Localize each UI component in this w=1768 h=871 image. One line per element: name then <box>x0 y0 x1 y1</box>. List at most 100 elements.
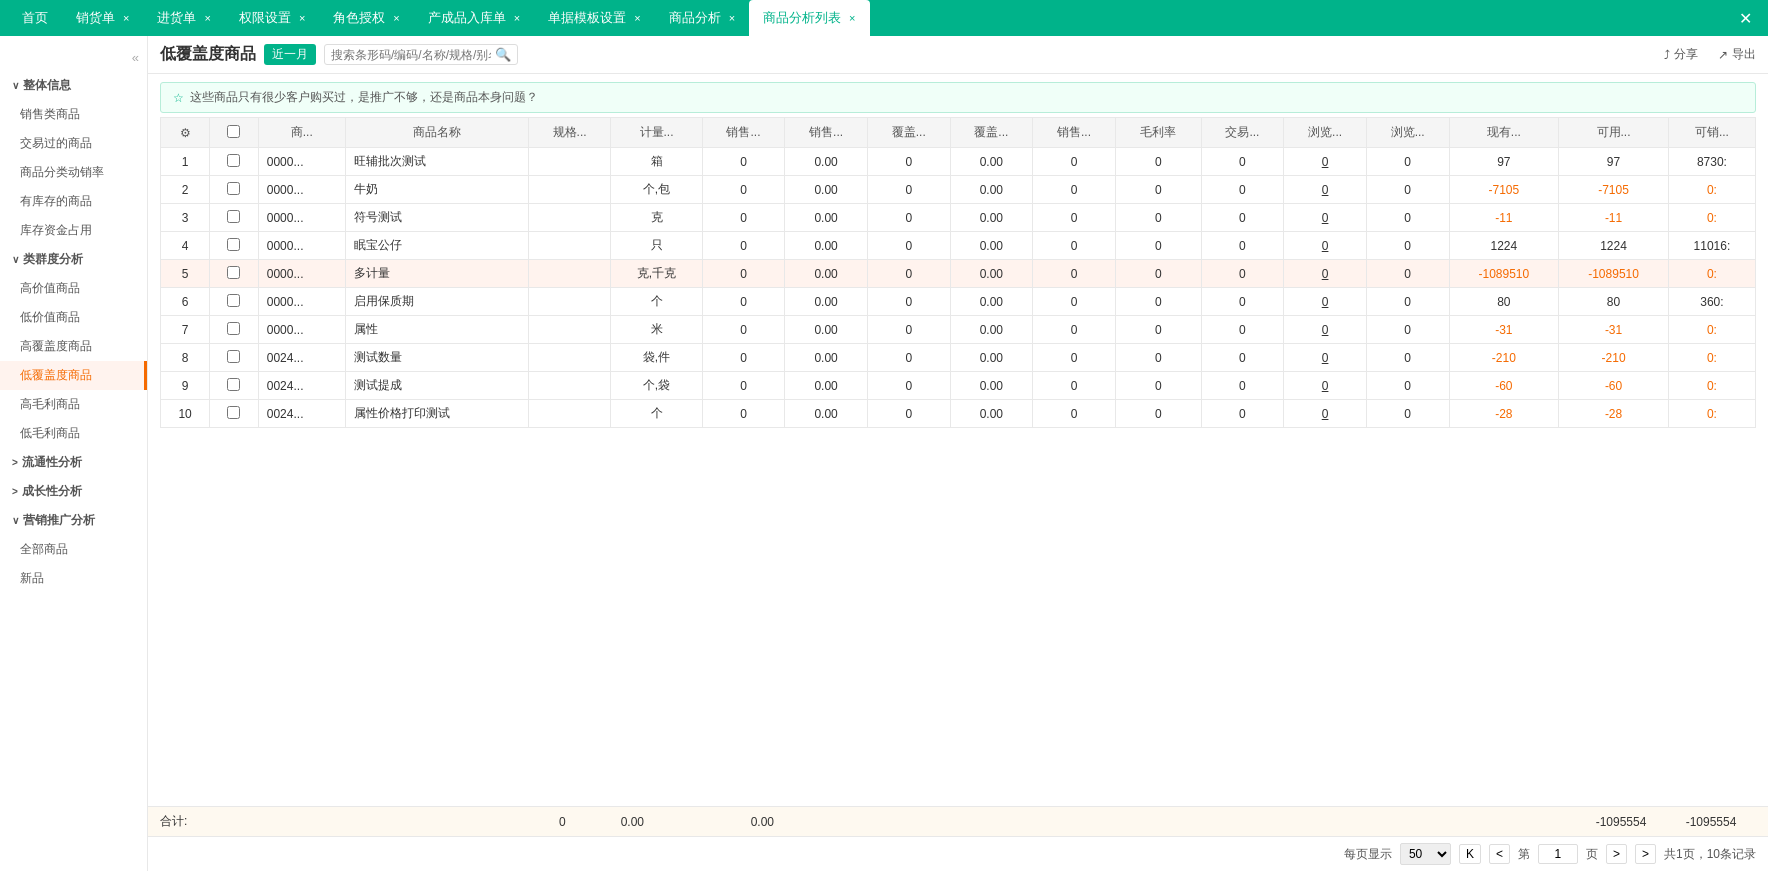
row-checkbox[interactable] <box>210 400 259 428</box>
nav-sales-order[interactable]: 销货单 × <box>62 0 143 36</box>
sidebar-section-growth[interactable]: > 成长性分析 <box>0 477 147 506</box>
row-select-checkbox[interactable] <box>227 378 240 391</box>
row-current: 97 <box>1449 148 1559 176</box>
sidebar-item-high-margin[interactable]: 高毛利商品 <box>0 390 147 419</box>
content-area: 低覆盖度商品 近一月 🔍 ⤴ 分享 ↗ 导出 ☆ 这些商品只有很少客户购买过，是… <box>148 36 1768 871</box>
sidebar-section-marketing[interactable]: ∨ 营销推广分析 <box>0 506 147 535</box>
nav-product-analysis[interactable]: 商品分析 × <box>655 0 749 36</box>
nav-role-auth[interactable]: 角色授权 × <box>319 0 413 36</box>
export-button[interactable]: ↗ 导出 <box>1718 46 1756 63</box>
nav-close-product-analysis[interactable]: × <box>729 0 735 36</box>
row-browse1[interactable]: 0 <box>1284 232 1367 260</box>
sidebar-item-high-value[interactable]: 高价值商品 <box>0 274 147 303</box>
nav-close-finished-goods[interactable]: × <box>514 0 520 36</box>
first-page-button[interactable]: K <box>1459 844 1481 864</box>
row-browse1[interactable]: 0 <box>1284 288 1367 316</box>
sidebar-item-low-coverage[interactable]: 低覆盖度商品 <box>0 361 147 390</box>
nav-close-product-analysis-list[interactable]: × <box>849 0 855 36</box>
page-size-select[interactable]: 50 100 200 <box>1400 843 1451 865</box>
sidebar-item-high-coverage[interactable]: 高覆盖度商品 <box>0 332 147 361</box>
nav-permissions[interactable]: 权限设置 × <box>225 0 319 36</box>
nav-home[interactable]: 首页 <box>8 0 62 36</box>
row-select-checkbox[interactable] <box>227 238 240 251</box>
prev-page-button[interactable]: < <box>1489 844 1510 864</box>
row-checkbox[interactable] <box>210 288 259 316</box>
row-browse1[interactable]: 0 <box>1284 176 1367 204</box>
sidebar-item-category-rate[interactable]: 商品分类动销率 <box>0 158 147 187</box>
row-sales-qty: 0 <box>702 372 785 400</box>
sidebar-section-overall-info[interactable]: ∨ 整体信息 <box>0 71 147 100</box>
col-checkbox[interactable] <box>210 118 259 148</box>
nav-purchase-order[interactable]: 进货单 × <box>143 0 224 36</box>
row-cover1: 0 <box>867 288 950 316</box>
search-icon[interactable]: 🔍 <box>495 47 511 62</box>
last-page-button[interactable]: > <box>1635 844 1656 864</box>
period-button[interactable]: 近一月 <box>264 44 316 65</box>
row-browse1[interactable]: 0 <box>1284 344 1367 372</box>
sidebar-section-cluster[interactable]: ∨ 类群度分析 <box>0 245 147 274</box>
row-checkbox[interactable] <box>210 176 259 204</box>
row-browse1[interactable]: 0 <box>1284 316 1367 344</box>
window-close-button[interactable]: ✕ <box>1731 9 1760 28</box>
nav-close-sales-order[interactable]: × <box>123 0 129 36</box>
row-checkbox[interactable] <box>210 372 259 400</box>
row-checkbox[interactable] <box>210 260 259 288</box>
row-select-checkbox[interactable] <box>227 350 240 363</box>
row-browse1[interactable]: 0 <box>1284 372 1367 400</box>
sidebar-item-stock-capital[interactable]: 库存资金占用 <box>0 216 147 245</box>
nav-close-permissions[interactable]: × <box>299 0 305 36</box>
row-select-checkbox[interactable] <box>227 322 240 335</box>
col-name: 商品名称 <box>345 118 528 148</box>
row-trade: 0 <box>1201 400 1284 428</box>
page-input[interactable] <box>1538 844 1578 864</box>
sidebar-item-sales-goods[interactable]: 销售类商品 <box>0 100 147 129</box>
nav-template-settings[interactable]: 单据模板设置 × <box>534 0 654 36</box>
row-checkbox[interactable] <box>210 204 259 232</box>
sidebar-item-low-value[interactable]: 低价值商品 <box>0 303 147 332</box>
sidebar-collapse-button[interactable]: « <box>132 50 139 65</box>
sidebar-item-all-goods[interactable]: 全部商品 <box>0 535 147 564</box>
sidebar-section-flow[interactable]: > 流通性分析 <box>0 448 147 477</box>
row-code: 0024... <box>258 344 345 372</box>
select-all-checkbox[interactable] <box>227 125 240 138</box>
sidebar-item-new-goods[interactable]: 新品 <box>0 564 147 593</box>
row-cover1: 0 <box>867 148 950 176</box>
row-checkbox[interactable] <box>210 344 259 372</box>
row-select-checkbox[interactable] <box>227 182 240 195</box>
sidebar-item-low-margin[interactable]: 低毛利商品 <box>0 419 147 448</box>
nav-close-purchase-order[interactable]: × <box>204 0 210 36</box>
row-select-checkbox[interactable] <box>227 406 240 419</box>
row-spec <box>528 232 611 260</box>
sidebar-arrow-overall: ∨ <box>12 80 19 91</box>
row-checkbox[interactable] <box>210 232 259 260</box>
row-sales3: 0 <box>1033 288 1116 316</box>
row-gross-margin: 0 <box>1115 204 1201 232</box>
row-checkbox[interactable] <box>210 316 259 344</box>
search-input[interactable] <box>331 48 491 62</box>
sidebar-item-traded-goods[interactable]: 交易过的商品 <box>0 129 147 158</box>
page-size-label: 每页显示 <box>1344 846 1392 863</box>
row-select-checkbox[interactable] <box>227 266 240 279</box>
nav-finished-goods[interactable]: 产成品入库单 × <box>414 0 534 36</box>
col-settings[interactable]: ⚙ <box>161 118 210 148</box>
col-sellable: 可销... <box>1668 118 1755 148</box>
row-no: 6 <box>161 288 210 316</box>
row-select-checkbox[interactable] <box>227 154 240 167</box>
table-row: 6 0000... 启用保质期 个 0 0.00 0 0.00 0 0 0 0 … <box>161 288 1756 316</box>
row-browse1[interactable]: 0 <box>1284 260 1367 288</box>
share-button[interactable]: ⤴ 分享 <box>1664 46 1698 63</box>
row-browse1[interactable]: 0 <box>1284 204 1367 232</box>
row-browse1[interactable]: 0 <box>1284 400 1367 428</box>
row-code: 0000... <box>258 148 345 176</box>
row-code: 0000... <box>258 316 345 344</box>
nav-close-role-auth[interactable]: × <box>393 0 399 36</box>
sidebar-item-in-stock[interactable]: 有库存的商品 <box>0 187 147 216</box>
row-browse1[interactable]: 0 <box>1284 148 1367 176</box>
row-available: 1224 <box>1559 232 1669 260</box>
row-checkbox[interactable] <box>210 148 259 176</box>
row-select-checkbox[interactable] <box>227 210 240 223</box>
nav-product-analysis-list[interactable]: 商品分析列表 × <box>749 0 869 36</box>
nav-close-template-settings[interactable]: × <box>634 0 640 36</box>
next-page-button[interactable]: > <box>1606 844 1627 864</box>
row-select-checkbox[interactable] <box>227 294 240 307</box>
